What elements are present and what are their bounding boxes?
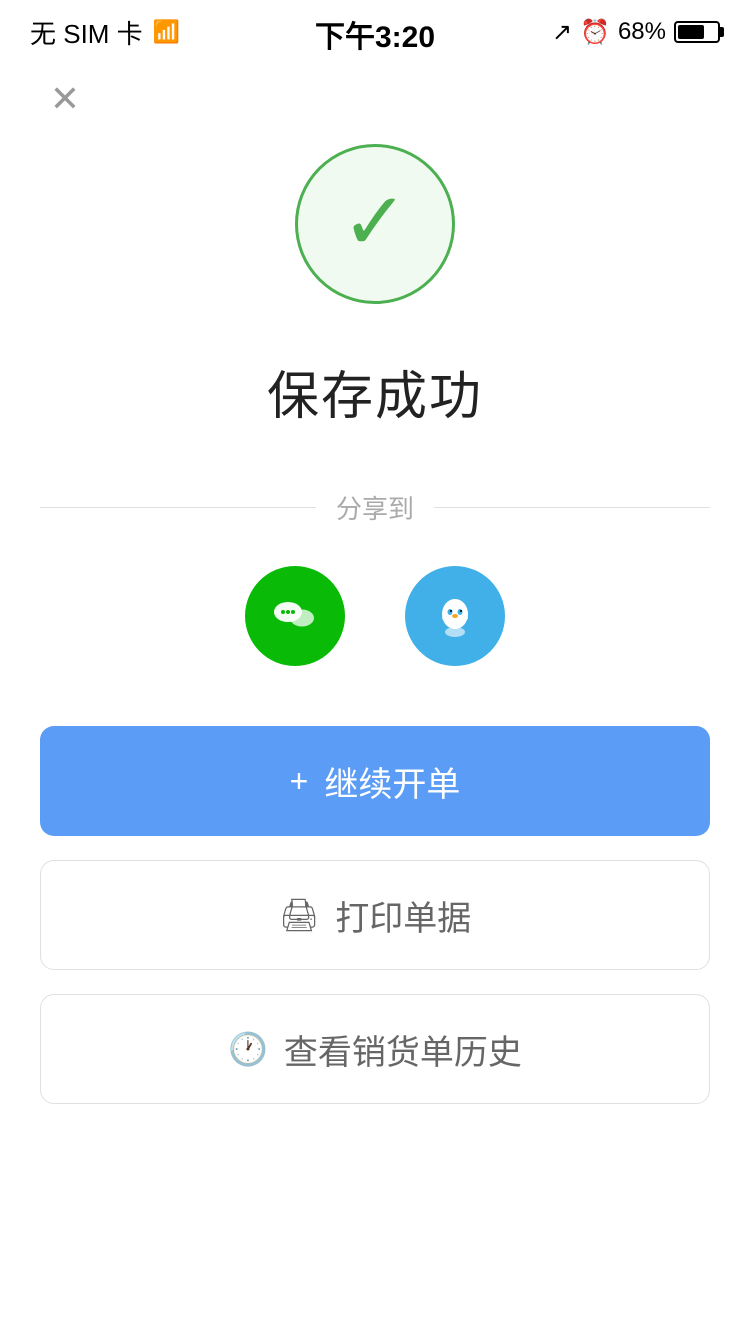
share-wechat-button[interactable] xyxy=(245,566,345,666)
share-label: 分享到 xyxy=(316,489,434,526)
status-time: 下午3:20 xyxy=(315,12,435,56)
battery-indicator xyxy=(674,21,720,43)
divider-right xyxy=(434,507,710,508)
share-divider-row: 分享到 xyxy=(0,489,750,526)
history-button[interactable]: 🕐 查看销货单历史 xyxy=(40,994,710,1104)
share-qq-button[interactable] xyxy=(405,566,505,666)
main-content: ✓ 保存成功 分享到 xyxy=(0,64,750,1104)
battery-box xyxy=(674,21,720,43)
plus-icon: + xyxy=(290,763,309,800)
status-right: ↗ ⏰ 68% xyxy=(552,18,720,47)
carrier-text: 无 SIM 卡 xyxy=(30,14,143,51)
checkmark-icon: ✓ xyxy=(341,182,408,262)
continue-button[interactable]: + 继续开单 xyxy=(40,726,710,836)
qq-icon xyxy=(427,588,483,644)
share-section: 分享到 xyxy=(0,489,750,666)
clock-icon: 🕐 xyxy=(228,1030,268,1068)
wifi-icon: 📶 xyxy=(153,19,180,45)
wechat-icon xyxy=(267,588,323,644)
battery-fill xyxy=(678,25,704,39)
status-carrier: 无 SIM 卡 📶 xyxy=(30,14,180,51)
history-label: 查看销货单历史 xyxy=(284,1025,522,1074)
status-bar: 无 SIM 卡 📶 下午3:20 ↗ ⏰ 68% xyxy=(0,0,750,64)
print-button[interactable]: 🖨 打印单据 xyxy=(40,860,710,970)
printer-icon: 🖨 xyxy=(279,896,320,934)
close-button[interactable]: ✕ xyxy=(40,74,90,124)
divider-left xyxy=(40,507,316,508)
share-icons-row xyxy=(245,566,505,666)
success-circle: ✓ xyxy=(295,144,455,304)
success-title: 保存成功 xyxy=(267,354,483,429)
buttons-section: + 继续开单 🖨 打印单据 🕐 查看销货单历史 xyxy=(0,726,750,1104)
close-icon: ✕ xyxy=(50,81,80,117)
print-label: 打印单据 xyxy=(335,891,471,940)
continue-label: 继续开单 xyxy=(324,757,460,806)
location-icon: ↗ xyxy=(552,18,572,47)
battery-percent: 68% xyxy=(618,18,666,46)
alarm-icon: ⏰ xyxy=(580,18,610,47)
